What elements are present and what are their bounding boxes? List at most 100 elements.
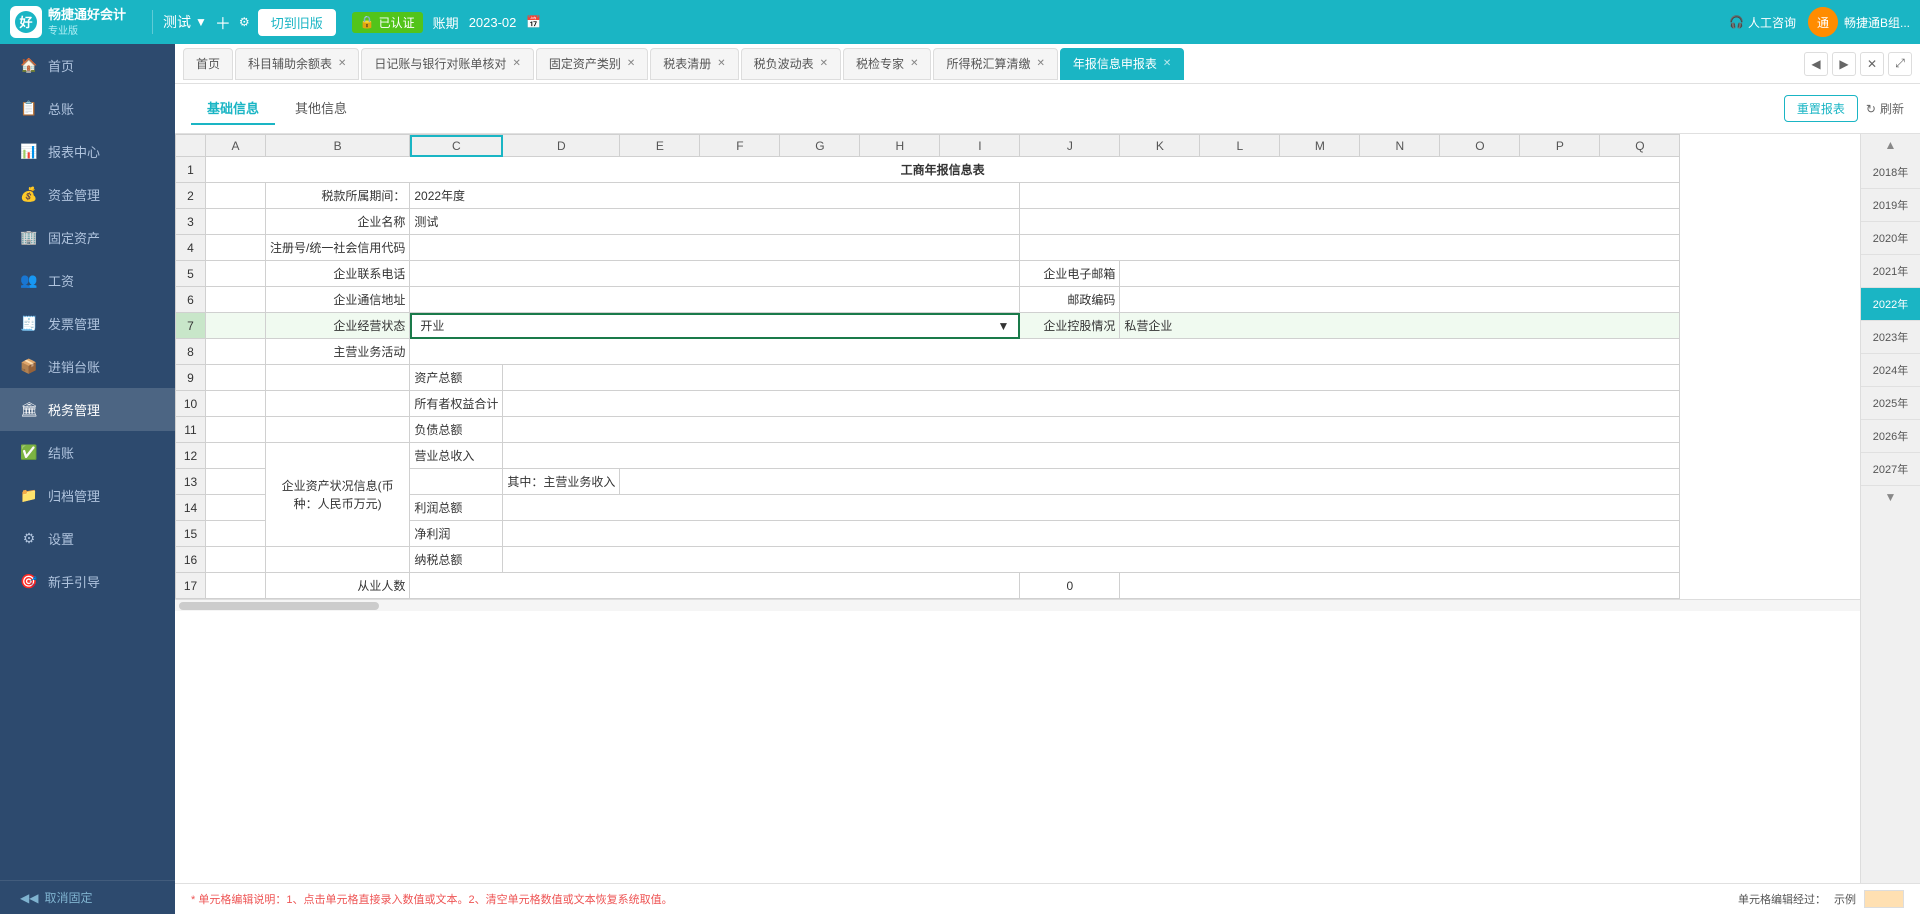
tab-close-all-btn[interactable]: ✕ xyxy=(1860,52,1884,76)
cell-5k[interactable] xyxy=(1120,261,1680,287)
cell-16c[interactable]: 纳税总额 xyxy=(410,547,503,573)
col-header-n[interactable]: N xyxy=(1360,135,1440,157)
service-button[interactable]: 🎧 人工咨询 xyxy=(1729,14,1796,31)
cell-2b[interactable]: 税款所属期间： xyxy=(266,183,410,209)
sidebar-item-purchase-sale[interactable]: 📦 进销台账 xyxy=(0,345,175,388)
cell-12c[interactable]: 营业总收入 xyxy=(410,443,503,469)
sidebar-item-settlement[interactable]: ✅ 结账 xyxy=(0,431,175,474)
col-header-c[interactable]: C xyxy=(410,135,503,157)
year-item-2023[interactable]: 2023年 xyxy=(1861,321,1920,354)
sidebar-item-home[interactable]: 🏠 首页 xyxy=(0,44,175,87)
chevron-down-icon[interactable]: ▼ xyxy=(195,15,207,29)
cell-5c[interactable] xyxy=(410,261,1020,287)
cell-17c[interactable] xyxy=(410,573,1020,599)
tab-aux[interactable]: 科目辅助余额表 ✕ xyxy=(235,48,359,80)
year-item-2027[interactable]: 2027年 xyxy=(1861,453,1920,486)
sidebar-item-payroll[interactable]: 👥 工资 xyxy=(0,259,175,302)
sidebar-item-ledger[interactable]: 📋 总账 xyxy=(0,87,175,130)
cell-3b[interactable]: 企业名称 xyxy=(266,209,410,235)
close-tab-journal[interactable]: ✕ xyxy=(512,58,520,69)
cell-8b[interactable]: 主营业务活动 xyxy=(266,339,410,365)
year-item-2026[interactable]: 2026年 xyxy=(1861,420,1920,453)
close-tab-tax-check[interactable]: ✕ xyxy=(910,58,918,69)
close-tab-tax-table[interactable]: ✕ xyxy=(717,58,725,69)
tab-prev-btn[interactable]: ◀ xyxy=(1804,52,1828,76)
tab-tax-wave[interactable]: 税负波动表 ✕ xyxy=(741,48,841,80)
sidebar-item-settings[interactable]: ⚙ 设置 xyxy=(0,517,175,560)
year-item-2022[interactable]: 2022年 xyxy=(1861,288,1920,321)
gear-icon[interactable]: ⚙ xyxy=(239,15,250,29)
sub-tab-basic[interactable]: 基础信息 xyxy=(191,92,275,125)
tab-fixed-asset-type[interactable]: 固定资产类别 ✕ xyxy=(536,48,648,80)
cell-6b[interactable]: 企业通信地址 xyxy=(266,287,410,313)
sidebar-item-fund[interactable]: 💰 资金管理 xyxy=(0,173,175,216)
cell-2c[interactable]: 2022年度 xyxy=(410,183,1020,209)
year-item-2024[interactable]: 2024年 xyxy=(1861,354,1920,387)
cell-6k[interactable] xyxy=(1120,287,1680,313)
col-header-b[interactable]: B xyxy=(266,135,410,157)
sub-tab-other[interactable]: 其他信息 xyxy=(279,92,363,125)
cell-16d[interactable] xyxy=(503,547,1680,573)
tab-home[interactable]: 首页 xyxy=(183,48,233,80)
add-icon[interactable]: ＋ xyxy=(215,10,231,34)
col-header-p[interactable]: P xyxy=(1520,135,1600,157)
cell-10d[interactable] xyxy=(503,391,1680,417)
col-header-l[interactable]: L xyxy=(1200,135,1280,157)
cell-9d[interactable] xyxy=(503,365,1680,391)
close-tab-fixed-asset-type[interactable]: ✕ xyxy=(627,58,635,69)
cell-6c[interactable] xyxy=(410,287,1020,313)
cell-12d[interactable] xyxy=(503,443,1680,469)
year-item-2019[interactable]: 2019年 xyxy=(1861,189,1920,222)
cell-9c[interactable]: 资产总额 xyxy=(410,365,503,391)
cell-10c[interactable]: 所有者权益合计 xyxy=(410,391,503,417)
cell-7j[interactable]: 企业控股情况 xyxy=(1020,313,1120,339)
tab-journal[interactable]: 日记账与银行对账单核对 ✕ xyxy=(361,48,533,80)
cell-3c[interactable]: 测试 xyxy=(410,209,1020,235)
cell-11c[interactable]: 负债总额 xyxy=(410,417,503,443)
h-scrollbar[interactable] xyxy=(175,599,1860,611)
calendar-icon[interactable]: 📅 xyxy=(526,15,541,29)
cell-12b[interactable]: 企业资产状况信息(币种：人民币万元) xyxy=(266,443,410,547)
tab-annual-report[interactable]: 年报信息申报表 ✕ xyxy=(1060,48,1184,80)
col-header-d[interactable]: D xyxy=(503,135,620,157)
tab-tax-table[interactable]: 税表清册 ✕ xyxy=(650,48,738,80)
pin-button[interactable]: ◀◀ 取消固定 xyxy=(0,880,175,914)
cell-6j[interactable]: 邮政编码 xyxy=(1020,287,1120,313)
sidebar-item-tax[interactable]: 🏛 税务管理 xyxy=(0,388,175,431)
cell-4b[interactable]: 注册号/统一社会信用代码 xyxy=(266,235,410,261)
cell-14d[interactable] xyxy=(503,495,1680,521)
cell-7c-dropdown[interactable]: 开业 ▼ xyxy=(410,313,1020,339)
close-tab-aux[interactable]: ✕ xyxy=(338,58,346,69)
cell-7k[interactable]: 私营企业 xyxy=(1120,313,1680,339)
reset-button[interactable]: 重置报表 xyxy=(1784,95,1858,122)
col-header-k[interactable]: K xyxy=(1120,135,1200,157)
tab-tax-check[interactable]: 税检专家 ✕ xyxy=(843,48,931,80)
sidebar-item-archive[interactable]: 📁 归档管理 xyxy=(0,474,175,517)
h-scrollbar-thumb[interactable] xyxy=(179,602,379,610)
sidebar-item-guide[interactable]: 🎯 新手引导 xyxy=(0,560,175,603)
cell-5j[interactable]: 企业电子邮箱 xyxy=(1020,261,1120,287)
year-item-2020[interactable]: 2020年 xyxy=(1861,222,1920,255)
close-tab-annual-report[interactable]: ✕ xyxy=(1163,58,1171,69)
tab-next-btn[interactable]: ▶ xyxy=(1832,52,1856,76)
cell-17k[interactable] xyxy=(1120,573,1680,599)
sidebar-item-fixed-asset[interactable]: 🏢 固定资产 xyxy=(0,216,175,259)
cell-13c[interactable] xyxy=(410,469,503,495)
cell-17j[interactable]: 0 xyxy=(1020,573,1120,599)
col-header-h[interactable]: H xyxy=(860,135,940,157)
sidebar-item-invoice[interactable]: 🧾 发票管理 xyxy=(0,302,175,345)
tab-income-tax[interactable]: 所得税汇算清缴 ✕ xyxy=(933,48,1057,80)
tab-expand-btn[interactable]: ⤢ xyxy=(1888,52,1912,76)
cell-title[interactable]: 工商年报信息表 xyxy=(206,157,1680,183)
cell-4c[interactable] xyxy=(410,235,1020,261)
cell-14c[interactable]: 利润总额 xyxy=(410,495,503,521)
close-tab-tax-wave[interactable]: ✕ xyxy=(820,58,828,69)
cell-11d[interactable] xyxy=(503,417,1680,443)
col-header-m[interactable]: M xyxy=(1280,135,1360,157)
cell-8c[interactable] xyxy=(410,339,1680,365)
col-header-j[interactable]: J xyxy=(1020,135,1120,157)
cell-15c[interactable]: 净利润 xyxy=(410,521,503,547)
dropdown-arrow-icon[interactable]: ▼ xyxy=(997,319,1009,333)
cell-13e[interactable] xyxy=(620,469,1680,495)
year-item-2025[interactable]: 2025年 xyxy=(1861,387,1920,420)
